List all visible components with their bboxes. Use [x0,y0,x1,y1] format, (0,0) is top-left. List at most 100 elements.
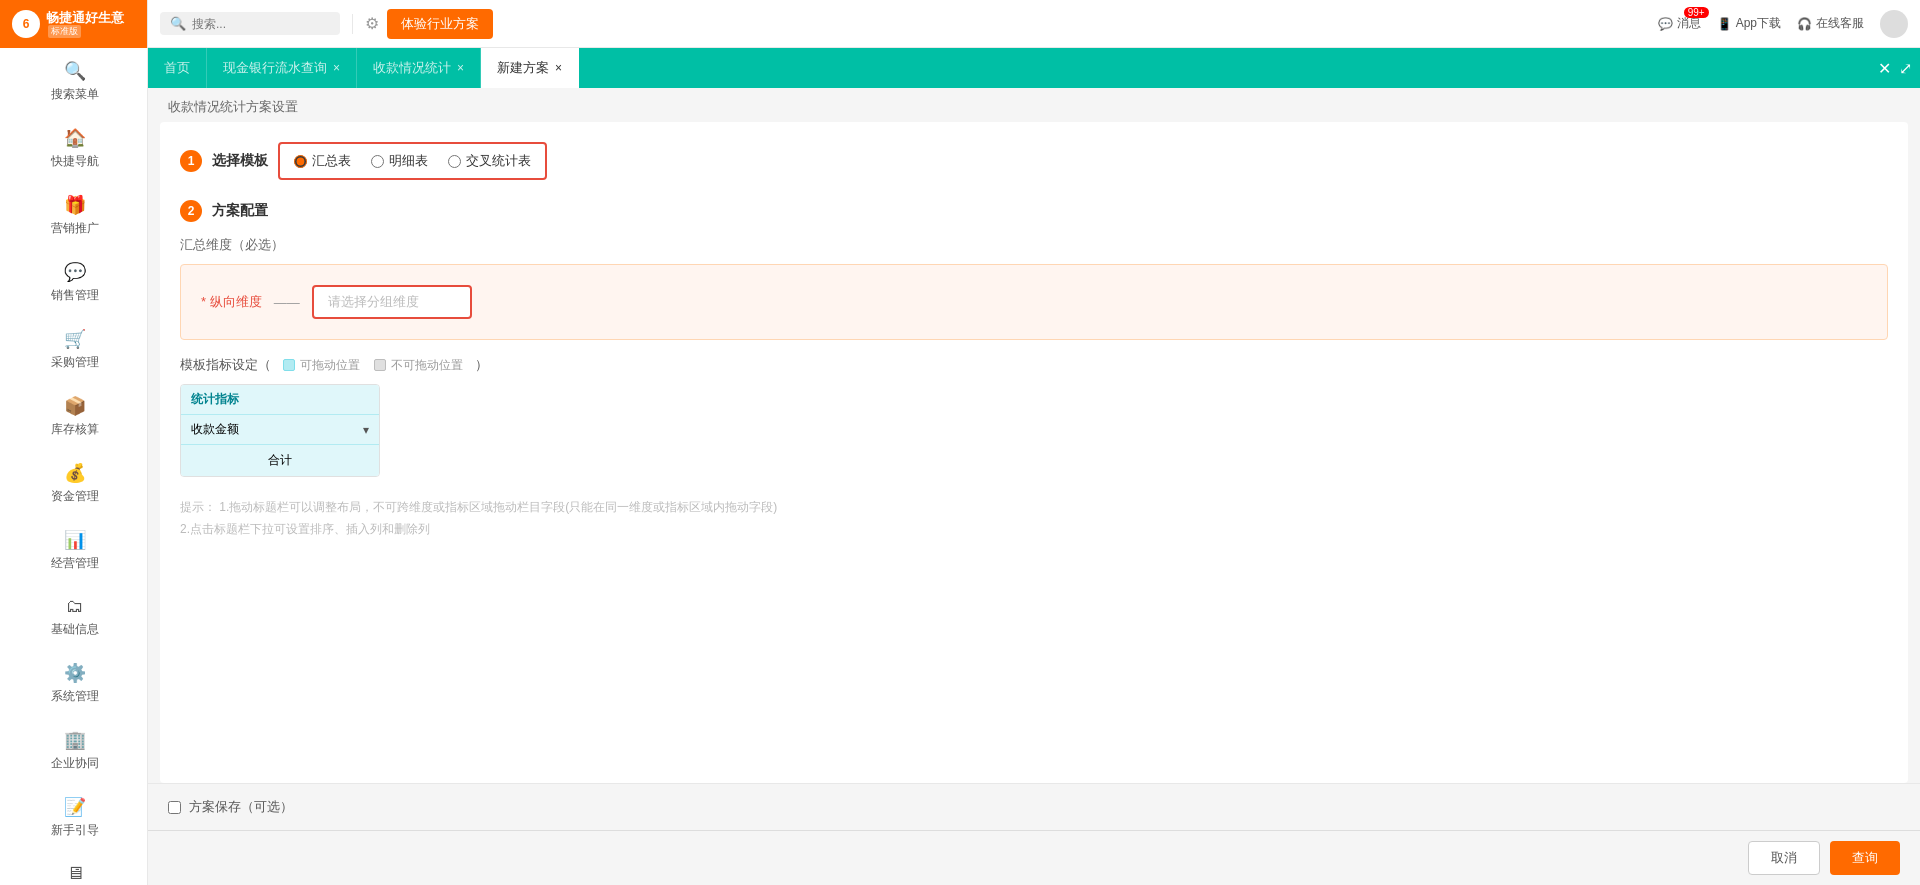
step2-number: 2 [180,200,202,222]
save-label[interactable]: 方案保存（可选） [189,798,293,816]
breadcrumb: 收款情况统计方案设置 [168,99,298,114]
tab-collection-stat-close[interactable]: × [457,61,464,75]
step1-section: 1 选择模板 汇总表 明细表 交叉统计表 [180,142,1888,180]
sidebar-label-guide: 新手引导 [51,822,99,839]
metrics-header-row: 模板指标设定（ 可拖动位置 不可拖动位置 ） [180,356,1888,374]
sidebar-label-system: 系统管理 [51,688,99,705]
metrics-legend: 可拖动位置 不可拖动位置 [283,357,463,374]
sidebar-item-quick-nav[interactable]: 🏠 快捷导航 [0,115,147,182]
radio-cross[interactable]: 交叉统计表 [448,152,531,170]
step1-title: 选择模板 [212,152,268,170]
hint-line2: 2.点击标题栏下拉可设置排序、插入列和删除列 [180,519,1888,541]
sidebar-label-sales: 销售管理 [51,287,99,304]
save-checkbox[interactable] [168,801,181,814]
dimension-row: 纵向维度 —— 请选择分组维度 [201,285,1867,319]
sidebar-label-operations: 经营管理 [51,555,99,572]
sidebar-item-purchase[interactable]: 🛒 采购管理 [0,316,147,383]
service-item[interactable]: 🎧 在线客服 [1797,15,1864,32]
sidebar: 6 畅捷通好生意 标准版 🔍 搜索菜单 🏠 快捷导航 🎁 营销推广 💬 销售管理… [0,0,148,885]
sidebar-item-guide[interactable]: 📝 新手引导 [0,784,147,851]
tabbar: 首页 现金银行流水查询 × 收款情况统计 × 新建方案 × ✕ ⤢ [148,48,1920,88]
sales-icon: 💬 [64,261,86,283]
tab-new-plan-close[interactable]: × [555,61,562,75]
tab-collection-stat[interactable]: 收款情况统计 × [357,48,481,88]
radio-summary[interactable]: 汇总表 [294,152,351,170]
sidebar-label-quick-nav: 快捷导航 [51,153,99,170]
guide-icon: 📝 [64,796,86,818]
metrics-row2: 合计 [181,444,379,476]
legend-draggable: 可拖动位置 [283,357,360,374]
sidebar-label-base-info: 基础信息 [51,621,99,638]
sidebar-label-enterprise: 企业协同 [51,755,99,772]
dimension-section: 汇总维度（必选） 纵向维度 —— 请选择分组维度 模板指标设定（ [180,236,1888,477]
metrics-row1-label: 收款金额 [191,421,239,438]
query-button[interactable]: 查询 [1830,841,1900,875]
metrics-section-label: 模板指标设定（ [180,356,271,374]
sidebar-logo: 6 畅捷通好生意 标准版 [0,0,147,48]
message-item[interactable]: 💬 消息 99+ [1658,15,1701,32]
legend-draggable-label: 可拖动位置 [300,357,360,374]
topbar-divider [352,14,353,34]
dimension-area: 纵向维度 —— 请选择分组维度 [180,264,1888,340]
download-label: App下载 [1736,15,1781,32]
dimension-arrow-icon: —— [274,295,300,310]
vertical-dimension-label: 纵向维度 [201,293,262,311]
radio-detail-label: 明细表 [389,152,428,170]
search-icon: 🔍 [170,16,186,31]
legend-non-draggable-dot [374,359,386,371]
sidebar-label-inventory: 库存核算 [51,421,99,438]
sidebar-item-enterprise[interactable]: 🏢 企业协同 [0,717,147,784]
radio-detail-input[interactable] [371,155,384,168]
gear-icon[interactable]: ⚙ [365,14,379,33]
purchase-icon: 🛒 [64,328,86,350]
radio-summary-input[interactable] [294,155,307,168]
hint-section: 提示： 1.拖动标题栏可以调整布局，不可跨维度或指标区域拖动栏目字段(只能在同一… [180,497,1888,540]
step1-number: 1 [180,150,202,172]
cancel-button[interactable]: 取消 [1748,841,1820,875]
tab-bank-flow-close[interactable]: × [333,61,340,75]
page-header: 收款情况统计方案设置 [148,88,1920,122]
legend-non-draggable-label: 不可拖动位置 [391,357,463,374]
tab-bank-flow[interactable]: 现金银行流水查询 × [207,48,357,88]
dimension-section-label: 汇总维度（必选） [180,236,1888,254]
dropdown-icon[interactable]: ▾ [363,423,369,437]
sidebar-item-operations[interactable]: 📊 经营管理 [0,517,147,584]
tab-close-all-button[interactable]: ✕ [1878,59,1891,78]
tab-home[interactable]: 首页 [148,48,207,88]
message-badge: 99+ [1684,7,1709,18]
search-input[interactable] [192,17,312,31]
tab-new-plan[interactable]: 新建方案 × [481,48,579,88]
sidebar-item-sales[interactable]: 💬 销售管理 [0,249,147,316]
sidebar-item-hardware[interactable]: 🖥 智能硬件 [0,851,147,885]
tab-home-label: 首页 [164,59,190,77]
tab-bank-flow-label: 现金银行流水查询 [223,59,327,77]
dimension-select-box[interactable]: 请选择分组维度 [312,285,472,319]
sidebar-item-inventory[interactable]: 📦 库存核算 [0,383,147,450]
main-area: 🔍 ⚙ 体验行业方案 💬 消息 99+ 📱 App下载 🎧 在线客服 [148,0,1920,885]
sidebar-nav: 🔍 搜索菜单 🏠 快捷导航 🎁 营销推广 💬 销售管理 🛒 采购管理 📦 库存核… [0,48,147,885]
footer-section: 方案保存（可选） [148,783,1920,830]
sidebar-item-base-info[interactable]: 🗂 基础信息 [0,584,147,650]
user-avatar[interactable] [1880,10,1908,38]
radio-detail[interactable]: 明细表 [371,152,428,170]
radio-cross-input[interactable] [448,155,461,168]
page-body: 1 选择模板 汇总表 明细表 交叉统计表 [160,122,1908,783]
sidebar-item-marketing[interactable]: 🎁 营销推广 [0,182,147,249]
metrics-row1[interactable]: 收款金额 ▾ [181,414,379,444]
download-item[interactable]: 📱 App下载 [1717,15,1781,32]
service-label: 在线客服 [1816,15,1864,32]
trial-button[interactable]: 体验行业方案 [387,9,493,39]
base-info-icon: 🗂 [66,596,84,617]
sidebar-item-system[interactable]: ⚙️ 系统管理 [0,650,147,717]
topbar-search-box[interactable]: 🔍 [160,12,340,35]
logo-badge: 标准版 [48,25,81,38]
enterprise-icon: 🏢 [64,729,86,751]
tab-restore-button[interactable]: ⤢ [1899,59,1912,78]
logo-icon: 6 [12,10,40,38]
legend-draggable-dot [283,359,295,371]
legend-non-draggable: 不可拖动位置 [374,357,463,374]
sidebar-item-finance[interactable]: 💰 资金管理 [0,450,147,517]
sidebar-item-search-menu[interactable]: 🔍 搜索菜单 [0,48,147,115]
radio-cross-label: 交叉统计表 [466,152,531,170]
inventory-icon: 📦 [64,395,86,417]
